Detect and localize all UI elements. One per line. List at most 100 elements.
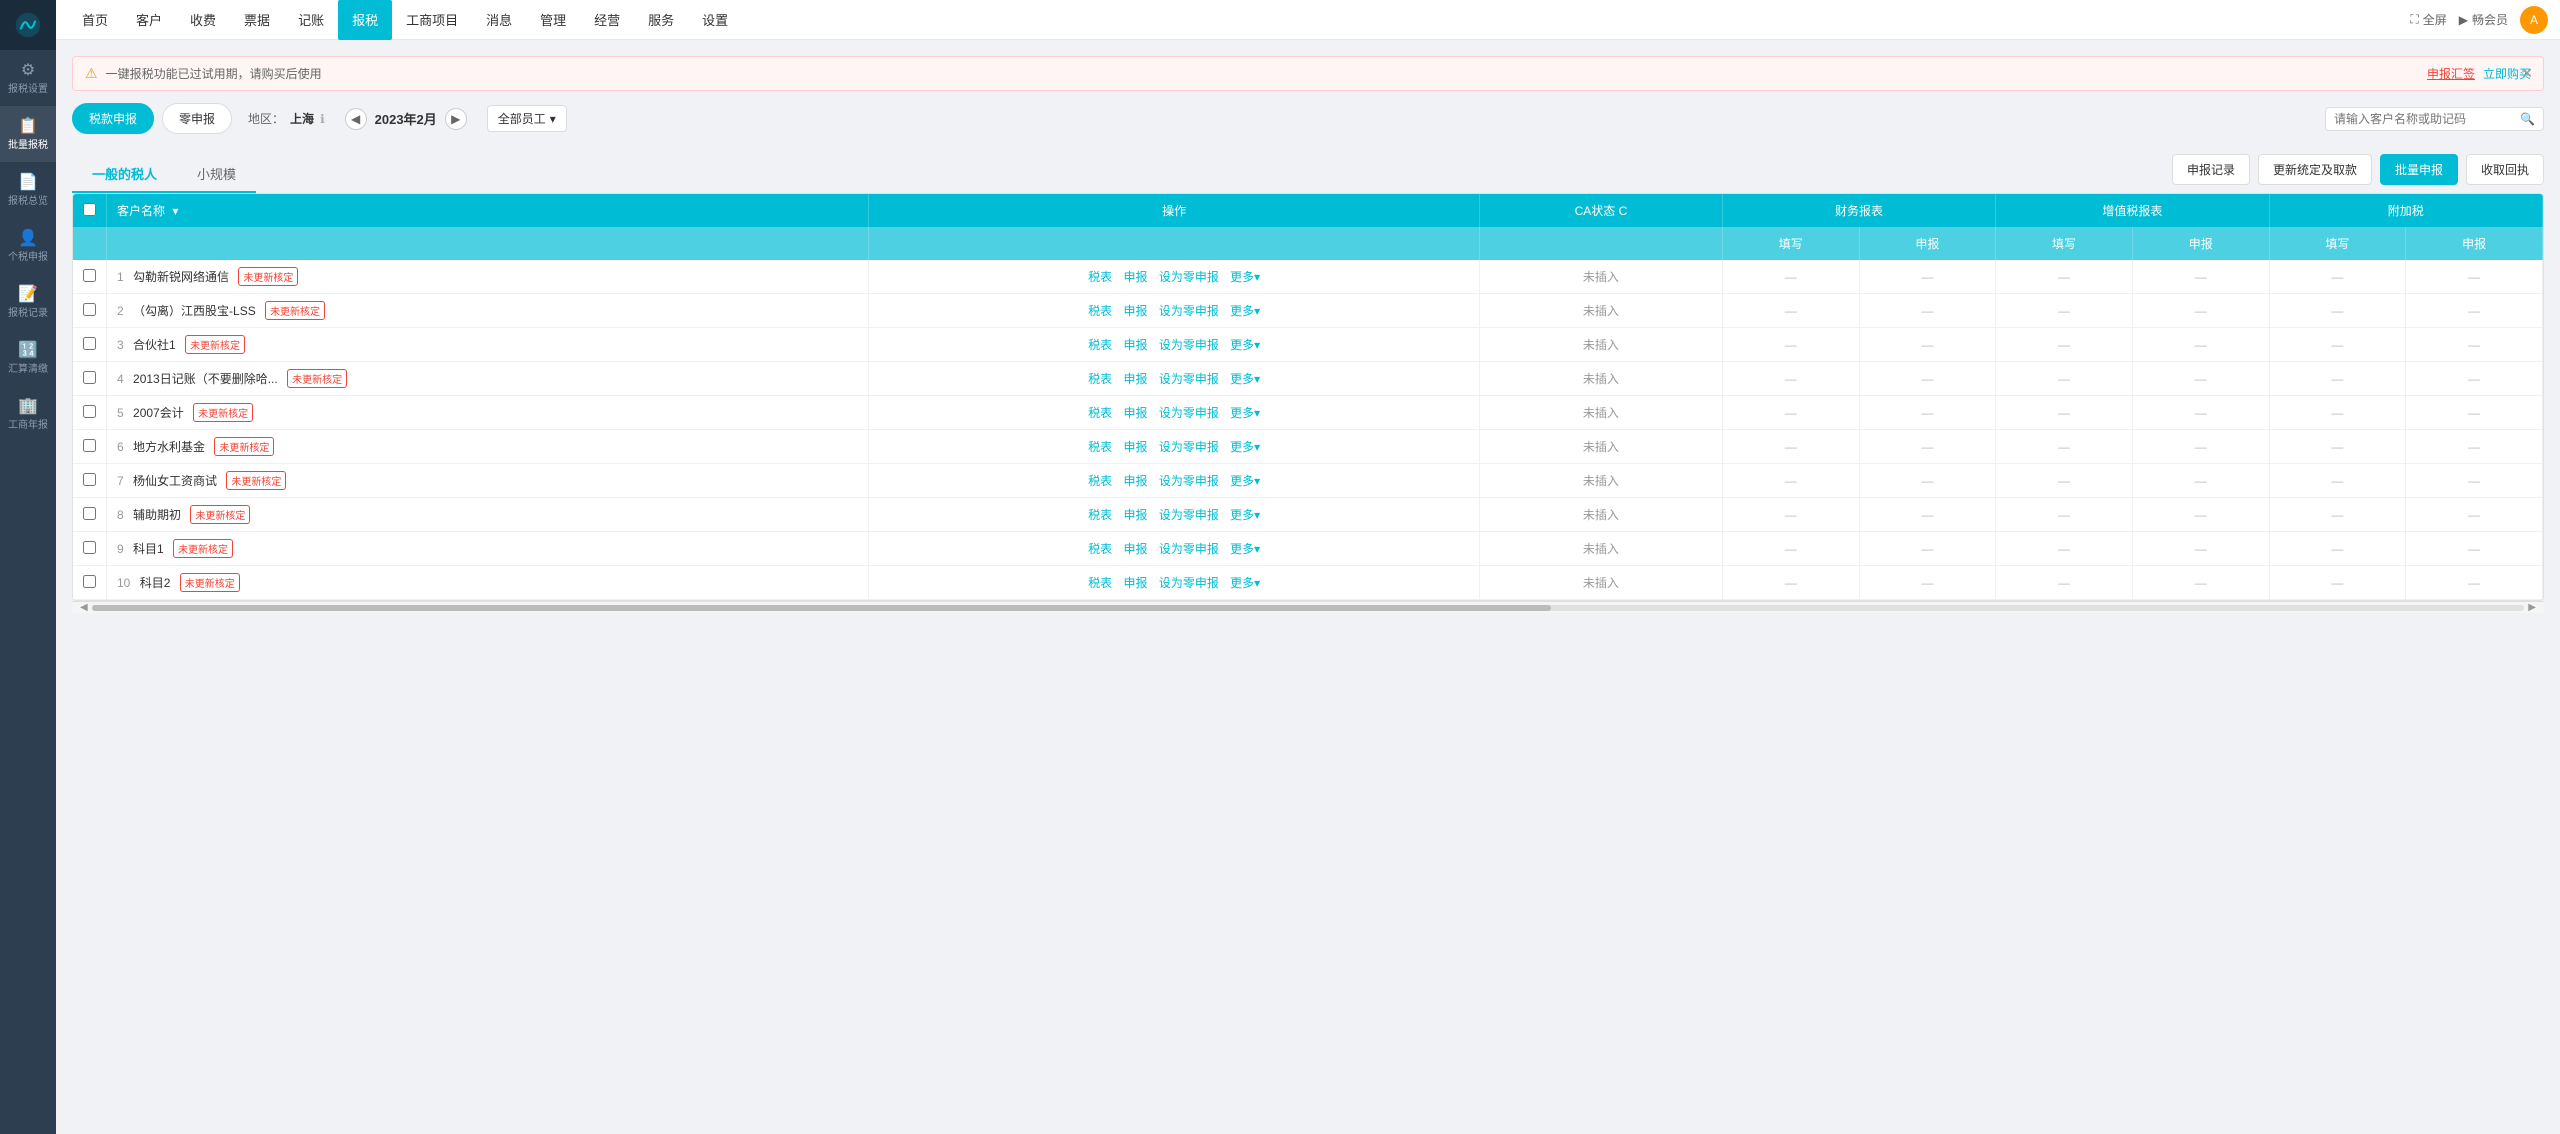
op-zero-apply-6[interactable]: 设为零申报 bbox=[1159, 474, 1219, 488]
sidebar-item-personal-tax[interactable]: 👤 个税申报 bbox=[0, 218, 56, 274]
op-zero-apply-2[interactable]: 设为零申报 bbox=[1159, 338, 1219, 352]
sort-icon[interactable]: ▾ bbox=[172, 204, 178, 218]
sidebar-item-batch-tax[interactable]: 📋 批量报税 bbox=[0, 106, 56, 162]
row-num-9: 10 bbox=[117, 576, 130, 590]
op-tax-form-7[interactable]: 税表 bbox=[1088, 508, 1112, 522]
op-apply-4[interactable]: 申报 bbox=[1123, 406, 1147, 420]
close-icon[interactable]: ✕ bbox=[2521, 65, 2533, 82]
op-apply-6[interactable]: 申报 bbox=[1123, 474, 1147, 488]
dept-select[interactable]: 全部员工 ▾ bbox=[487, 105, 567, 132]
scrollbar[interactable]: ◀ ▶ bbox=[72, 601, 2544, 613]
row-sa-1: — bbox=[2406, 294, 2543, 328]
subtab-small[interactable]: 小规模 bbox=[177, 156, 256, 193]
op-tax-form-3[interactable]: 税表 bbox=[1088, 372, 1112, 386]
update-quota-btn[interactable]: 更新统定及取款 bbox=[2258, 154, 2372, 185]
nav-service[interactable]: 服务 bbox=[634, 0, 688, 40]
tab-tax-apply[interactable]: 税款申报 bbox=[72, 103, 154, 134]
row-cb-0[interactable] bbox=[83, 269, 96, 282]
op-zero-apply-5[interactable]: 设为零申报 bbox=[1159, 440, 1219, 454]
nav-client[interactable]: 客户 bbox=[122, 0, 176, 40]
op-more-6[interactable]: 更多▾ bbox=[1230, 474, 1260, 488]
nav-settings[interactable]: 设置 bbox=[688, 0, 742, 40]
row-cb-4[interactable] bbox=[83, 405, 96, 418]
nav-message[interactable]: 消息 bbox=[472, 0, 526, 40]
op-apply-1[interactable]: 申报 bbox=[1123, 304, 1147, 318]
fullscreen-btn[interactable]: ⛶ 全屏 bbox=[2410, 11, 2446, 28]
sidebar-item-tax-overview[interactable]: 📄 报税总览 bbox=[0, 162, 56, 218]
search-icon[interactable]: 🔍 bbox=[2520, 112, 2535, 126]
row-fa-4: — bbox=[1859, 396, 1996, 430]
avatar[interactable]: A bbox=[2520, 6, 2548, 34]
scroll-left-icon[interactable]: ◀ bbox=[76, 602, 92, 613]
op-tax-form-6[interactable]: 税表 bbox=[1088, 474, 1112, 488]
nav-operation[interactable]: 经营 bbox=[580, 0, 634, 40]
nav-invoice[interactable]: 票据 bbox=[230, 0, 284, 40]
row-cb-5[interactable] bbox=[83, 439, 96, 452]
subtab-general[interactable]: 一般的税人 bbox=[72, 156, 177, 193]
op-apply-9[interactable]: 申报 bbox=[1123, 576, 1147, 590]
info-icon[interactable]: ℹ bbox=[320, 112, 325, 126]
row-cb-7[interactable] bbox=[83, 507, 96, 520]
row-cb-1[interactable] bbox=[83, 303, 96, 316]
nav-tax[interactable]: 报税 bbox=[338, 0, 392, 40]
row-checkbox-2 bbox=[73, 328, 107, 362]
nav-bookkeeping[interactable]: 记账 bbox=[284, 0, 338, 40]
op-more-9[interactable]: 更多▾ bbox=[1230, 576, 1260, 590]
op-apply-2[interactable]: 申报 bbox=[1123, 338, 1147, 352]
op-more-1[interactable]: 更多▾ bbox=[1230, 304, 1260, 318]
period-next[interactable]: ▶ bbox=[445, 108, 467, 130]
row-cb-6[interactable] bbox=[83, 473, 96, 486]
scroll-right-icon[interactable]: ▶ bbox=[2524, 602, 2540, 613]
op-zero-apply-4[interactable]: 设为零申报 bbox=[1159, 406, 1219, 420]
op-apply-7[interactable]: 申报 bbox=[1123, 508, 1147, 522]
apply-record-btn[interactable]: 申报记录 bbox=[2172, 154, 2250, 185]
batch-apply-btn[interactable]: 批量申报 bbox=[2380, 154, 2458, 185]
row-cb-9[interactable] bbox=[83, 575, 96, 588]
nav-home[interactable]: 首页 bbox=[68, 0, 122, 40]
op-more-0[interactable]: 更多▾ bbox=[1230, 270, 1260, 284]
row-cb-8[interactable] bbox=[83, 541, 96, 554]
nav-billing[interactable]: 收费 bbox=[176, 0, 230, 40]
search-input[interactable] bbox=[2334, 112, 2514, 126]
select-all-checkbox[interactable] bbox=[83, 203, 96, 216]
chevron-down-icon: ▾ bbox=[550, 112, 556, 126]
row-cb-3[interactable] bbox=[83, 371, 96, 384]
op-tax-form-5[interactable]: 税表 bbox=[1088, 440, 1112, 454]
op-more-5[interactable]: 更多▾ bbox=[1230, 440, 1260, 454]
op-apply-3[interactable]: 申报 bbox=[1123, 372, 1147, 386]
row-cb-2[interactable] bbox=[83, 337, 96, 350]
op-tax-form-8[interactable]: 税表 bbox=[1088, 542, 1112, 556]
op-more-3[interactable]: 更多▾ bbox=[1230, 372, 1260, 386]
op-more-8[interactable]: 更多▾ bbox=[1230, 542, 1260, 556]
op-zero-apply-3[interactable]: 设为零申报 bbox=[1159, 372, 1219, 386]
op-tax-form-9[interactable]: 税表 bbox=[1088, 576, 1112, 590]
sidebar-item-annual-report[interactable]: 🏢 工商年报 bbox=[0, 386, 56, 442]
scrollbar-track[interactable] bbox=[92, 605, 2525, 611]
withdraw-btn[interactable]: 收取回执 bbox=[2466, 154, 2544, 185]
op-zero-apply-8[interactable]: 设为零申报 bbox=[1159, 542, 1219, 556]
op-apply-0[interactable]: 申报 bbox=[1123, 270, 1147, 284]
op-zero-apply-0[interactable]: 设为零申报 bbox=[1159, 270, 1219, 284]
sidebar-item-tax-record[interactable]: 📝 报税记录 bbox=[0, 274, 56, 330]
op-zero-apply-1[interactable]: 设为零申报 bbox=[1159, 304, 1219, 318]
op-more-2[interactable]: 更多▾ bbox=[1230, 338, 1260, 352]
period-prev[interactable]: ◀ bbox=[345, 108, 367, 130]
op-tax-form-0[interactable]: 税表 bbox=[1088, 270, 1112, 284]
op-tax-form-1[interactable]: 税表 bbox=[1088, 304, 1112, 318]
nav-manage[interactable]: 管理 bbox=[526, 0, 580, 40]
op-tax-form-2[interactable]: 税表 bbox=[1088, 338, 1112, 352]
sidebar-item-tax-settings[interactable]: ⚙ 报税设置 bbox=[0, 50, 56, 106]
op-tax-form-4[interactable]: 税表 bbox=[1088, 406, 1112, 420]
sidebar-item-settlement[interactable]: 🔢 汇算清缴 bbox=[0, 330, 56, 386]
op-apply-8[interactable]: 申报 bbox=[1123, 542, 1147, 556]
logo[interactable] bbox=[0, 0, 56, 50]
apply-summary-link[interactable]: 申报汇签 bbox=[2427, 65, 2475, 82]
op-more-7[interactable]: 更多▾ bbox=[1230, 508, 1260, 522]
op-apply-5[interactable]: 申报 bbox=[1123, 440, 1147, 454]
nav-business[interactable]: 工商项目 bbox=[392, 0, 472, 40]
op-zero-apply-7[interactable]: 设为零申报 bbox=[1159, 508, 1219, 522]
op-zero-apply-9[interactable]: 设为零申报 bbox=[1159, 576, 1219, 590]
op-more-4[interactable]: 更多▾ bbox=[1230, 406, 1260, 420]
member-btn[interactable]: ▶ 畅会员 bbox=[2459, 11, 2508, 28]
tab-zero-apply[interactable]: 零申报 bbox=[162, 103, 232, 134]
